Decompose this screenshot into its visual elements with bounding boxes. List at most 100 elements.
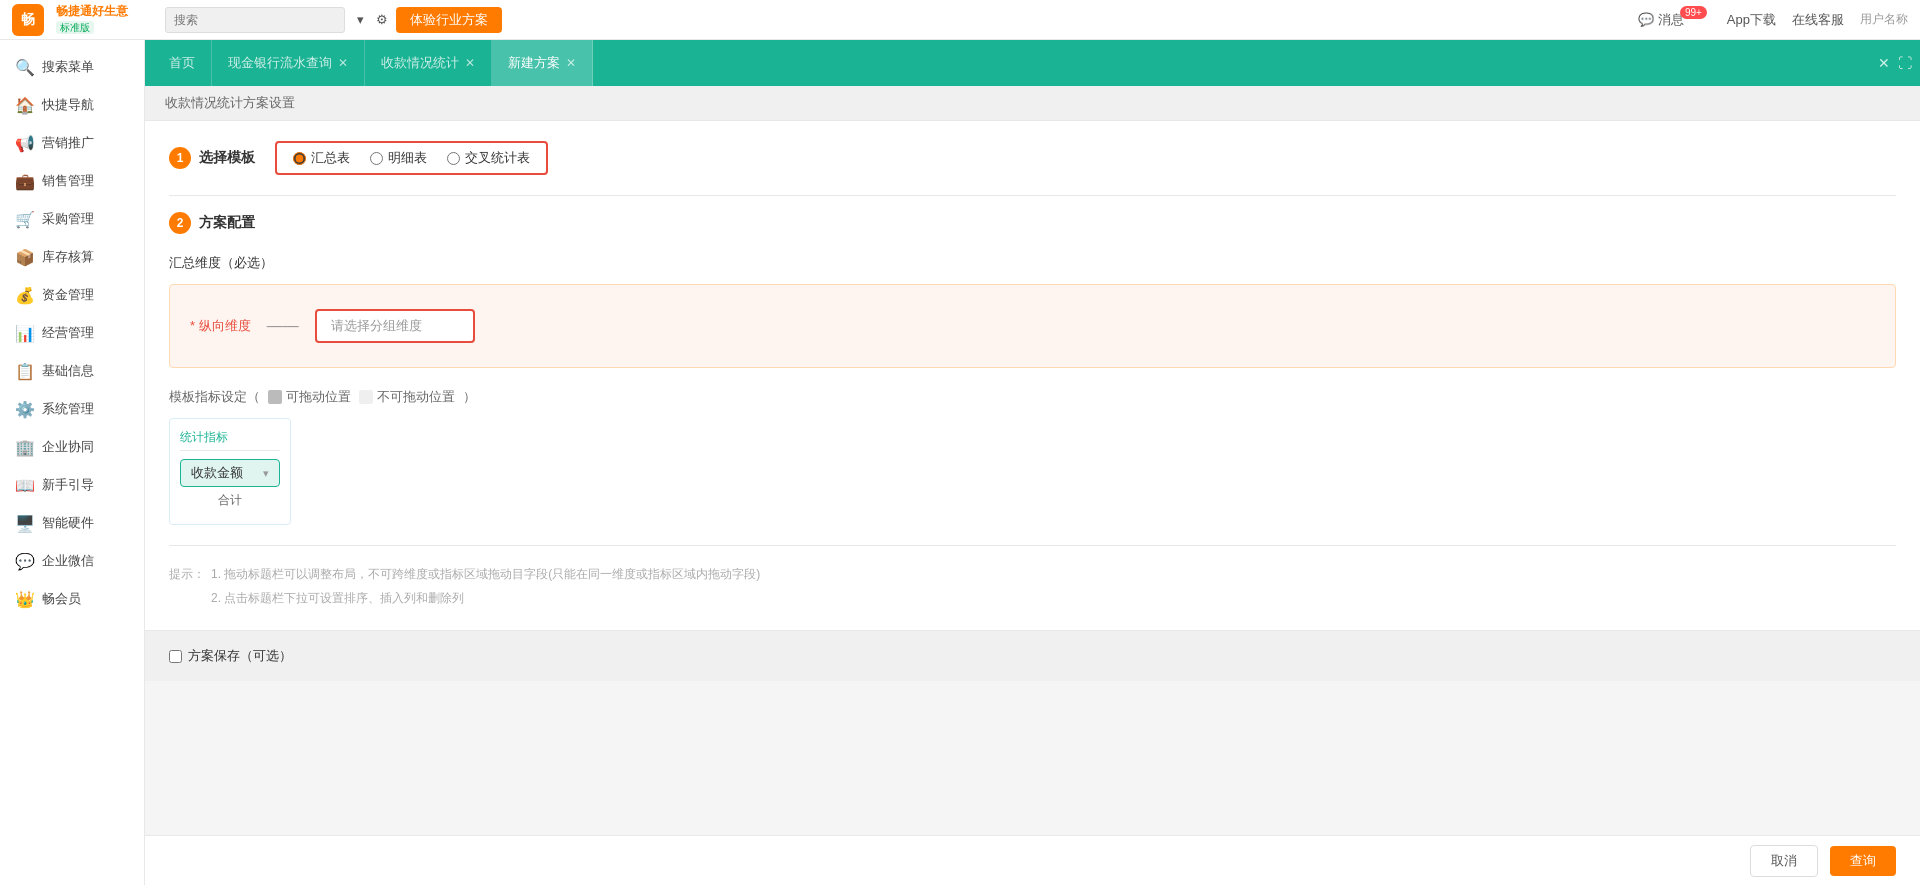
non-draggable-label: 不可拖动位置 [377,388,455,406]
tab-cash-query[interactable]: 现金银行流水查询 ✕ [212,40,365,86]
sidebar-item-operations[interactable]: 📊 经营管理 [0,314,144,352]
save-checkbox-input[interactable] [169,650,182,663]
metrics-section: 模板指标设定（ 可拖动位置 不可拖动位置 ） [169,388,1896,525]
radio-cross-input[interactable] [447,152,460,165]
metric-tag-amount[interactable]: 收款金额 ▾ [180,459,280,487]
header-left: 畅 畅捷通好生意 标准版 ▾ ⚙ 体验行业方案 [12,4,502,36]
sidebar-item-system[interactable]: ⚙️ 系统管理 [0,390,144,428]
marketing-icon: 📢 [16,134,34,152]
sidebar-item-guide[interactable]: 📖 新手引导 [0,466,144,504]
tab-new-plan-close[interactable]: ✕ [566,56,576,70]
draggable-indicator: 可拖动位置 [268,388,351,406]
form-section: 1 选择模板 汇总表 明细表 交叉统计表 [145,121,1920,630]
draggable-icon [268,390,282,404]
query-button[interactable]: 查询 [1830,846,1896,876]
save-checkbox-text: 方案保存（可选） [188,647,292,665]
sidebar-item-wechat[interactable]: 💬 企业微信 [0,542,144,580]
online-service[interactable]: 在线客服 [1792,11,1844,29]
tip-title: 提示： [169,562,205,586]
header-right: 💬 消息99+ App下载 在线客服 用户名称 [1638,11,1908,29]
tab-home[interactable]: 首页 [153,40,212,86]
step2-title: 方案配置 [199,214,255,232]
sidebar-item-inventory[interactable]: 📦 库存核算 [0,238,144,276]
wechat-icon: 💬 [16,552,34,570]
top-header: 畅 畅捷通好生意 标准版 ▾ ⚙ 体验行业方案 💬 消息99+ App下载 在线… [0,0,1920,40]
step2-row: 2 方案配置 [169,212,1896,234]
sidebar-item-nav[interactable]: 🏠 快捷导航 [0,86,144,124]
sidebar-item-marketing-label: 营销推广 [42,134,94,152]
tip-text-1: 1. 拖动标题栏可以调整布局，不可跨维度或指标区域拖动目字段(只能在同一维度或指… [211,562,760,586]
message-area[interactable]: 💬 消息99+ [1638,11,1711,29]
cancel-button[interactable]: 取消 [1750,845,1818,877]
tab-cash-query-close[interactable]: ✕ [338,56,348,70]
tab-actions: ✕ ⛶ [1878,55,1912,71]
metrics-label-text: 模板指标设定（ [169,388,260,406]
sidebar-item-system-label: 系统管理 [42,400,94,418]
tip-text-2: 2. 点击标题栏下拉可设置排序、插入列和删除列 [211,586,464,610]
sidebar-item-search[interactable]: 🔍 搜索菜单 [0,48,144,86]
sidebar-item-finance-label: 资金管理 [42,286,94,304]
dimension-select[interactable]: 请选择分组维度 [315,309,475,343]
page-content: 收款情况统计方案设置 1 选择模板 汇总表 明细表 [145,86,1920,885]
trial-button[interactable]: 体验行业方案 [396,7,502,33]
main-area: 首页 现金银行流水查询 ✕ 收款情况统计 ✕ 新建方案 ✕ ✕ ⛶ 收 [145,40,1920,885]
app-download[interactable]: App下载 [1727,11,1776,29]
radio-cross[interactable]: 交叉统计表 [447,149,530,167]
metric-dropdown-arrow: ▾ [263,467,269,480]
config-section: 汇总维度（必选） * 纵向维度 —— 请选择分组维度 模板指标设定（ [169,254,1896,610]
radio-detail-input[interactable] [370,152,383,165]
inventory-icon: 📦 [16,248,34,266]
dropdown-button[interactable]: ▾ [357,12,364,27]
metrics-bracket-close: ） [463,388,476,406]
dimension-area: * 纵向维度 —— 请选择分组维度 [169,284,1896,368]
sales-icon: 💼 [16,172,34,190]
radio-detail-label: 明细表 [388,149,427,167]
save-checkbox-label[interactable]: 方案保存（可选） [169,647,292,665]
draggable-label: 可拖动位置 [286,388,351,406]
tip-item-2: 提示： 2. 点击标题栏下拉可设置排序、插入列和删除列 [169,586,1896,610]
page-title: 收款情况统计方案设置 [165,95,295,110]
tab-collection-label: 收款情况统计 [381,54,459,72]
hardware-icon: 🖥️ [16,514,34,532]
radio-summary-input[interactable] [293,152,306,165]
sidebar-item-basic-info-label: 基础信息 [42,362,94,380]
search-input[interactable] [165,7,345,33]
finance-icon: 💰 [16,286,34,304]
metrics-area: 统计指标 收款金额 ▾ 合计 [169,418,291,525]
corp-icon: 🏢 [16,438,34,456]
tab-collection[interactable]: 收款情况统计 ✕ [365,40,492,86]
sidebar-item-member-label: 畅会员 [42,590,81,608]
sidebar-item-member[interactable]: 👑 畅会员 [0,580,144,618]
radio-summary[interactable]: 汇总表 [293,149,350,167]
tab-cash-query-label: 现金银行流水查询 [228,54,332,72]
step2-badge: 2 [169,212,191,234]
tab-new-plan[interactable]: 新建方案 ✕ [492,40,593,86]
search-icon: 🔍 [16,58,34,76]
sidebar-item-basic-info[interactable]: 📋 基础信息 [0,352,144,390]
logo-text: 畅捷通好生意 标准版 [56,4,128,35]
sidebar-item-marketing[interactable]: 📢 营销推广 [0,124,144,162]
user-name: 用户名称 [1860,11,1908,28]
sidebar-item-nav-label: 快捷导航 [42,96,94,114]
sidebar-item-purchase[interactable]: 🛒 采购管理 [0,200,144,238]
tab-new-plan-label: 新建方案 [508,54,560,72]
settings-icon-button[interactable]: ⚙ [376,12,388,27]
radio-detail[interactable]: 明细表 [370,149,427,167]
sidebar-item-finance[interactable]: 💰 资金管理 [0,276,144,314]
metric-tag-amount-label: 收款金额 [191,464,243,482]
tip-item-1: 提示： 1. 拖动标题栏可以调整布局，不可跨维度或指标区域拖动目字段(只能在同一… [169,562,1896,586]
radio-summary-label: 汇总表 [311,149,350,167]
sidebar-item-hardware[interactable]: 🖥️ 智能硬件 [0,504,144,542]
sidebar-item-corp[interactable]: 🏢 企业协同 [0,428,144,466]
sidebar: 🔍 搜索菜单 🏠 快捷导航 📢 营销推广 💼 销售管理 🛒 采购管理 📦 [0,40,145,885]
tab-minimize-button[interactable]: ✕ [1878,55,1890,71]
sidebar-item-sales[interactable]: 💼 销售管理 [0,162,144,200]
metrics-label-row: 模板指标设定（ 可拖动位置 不可拖动位置 ） [169,388,1896,406]
tab-maximize-button[interactable]: ⛶ [1898,55,1912,71]
dimension-arrow: —— [267,317,299,335]
system-icon: ⚙️ [16,400,34,418]
tab-collection-close[interactable]: ✕ [465,56,475,70]
sidebar-item-corp-label: 企业协同 [42,438,94,456]
basic-info-icon: 📋 [16,362,34,380]
tab-bar: 首页 现金银行流水查询 ✕ 收款情况统计 ✕ 新建方案 ✕ ✕ ⛶ [145,40,1920,86]
